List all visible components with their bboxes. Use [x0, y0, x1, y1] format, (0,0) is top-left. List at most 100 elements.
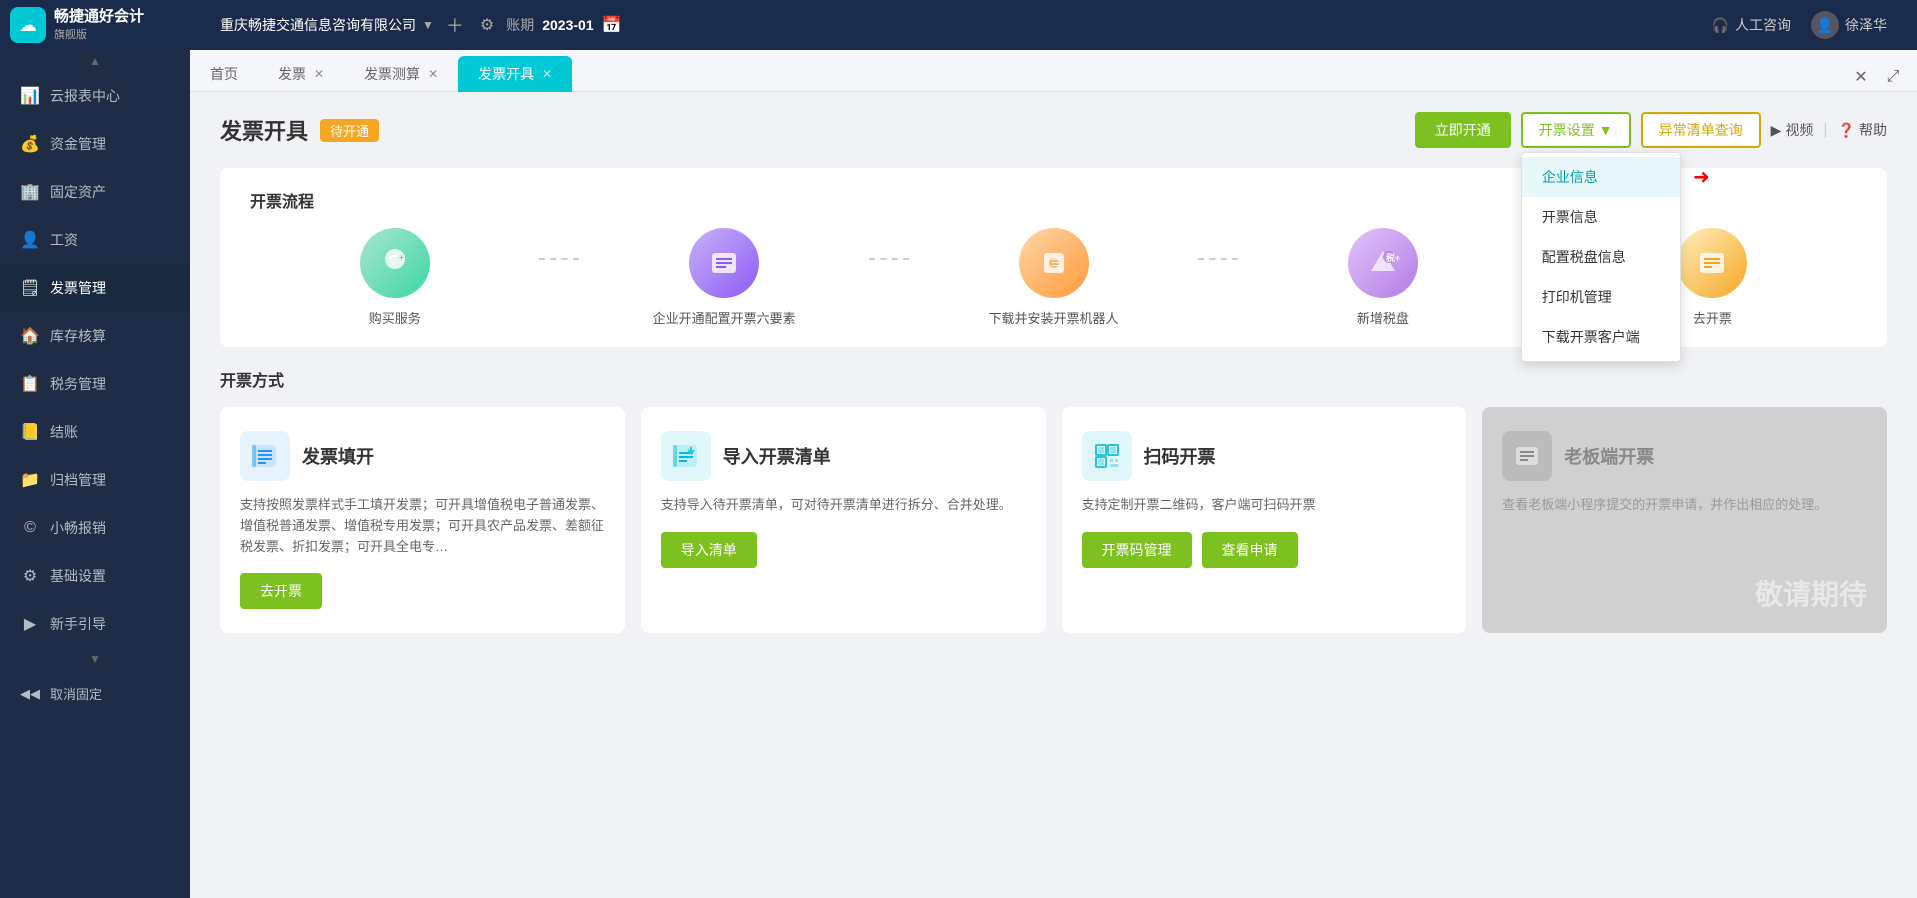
tax-disk-label: 新增税盘: [1357, 308, 1409, 327]
sidebar-cancel-pin[interactable]: ◀◀ 取消固定: [0, 670, 190, 717]
sidebar-item-label: 结账: [50, 422, 78, 442]
sidebar: ▲ 📊 云报表中心 💰 资金管理 🏢 固定资产 👤 工资 🗒 发票管理 🏠 库存…: [0, 50, 190, 898]
sidebar-item-label: 归档管理: [50, 470, 106, 490]
fixed-assets-icon: 🏢: [20, 182, 40, 202]
sidebar-item-fund-mgmt[interactable]: 💰 资金管理: [0, 120, 190, 168]
app-logo-icon: ☁: [10, 7, 46, 43]
xiaochang-icon: ©: [20, 519, 40, 537]
sidebar-item-archive[interactable]: 📁 归档管理: [0, 456, 190, 504]
page-header: 发票开具 待开通 立即开通 开票设置 ▼ 企业信息 ➜: [220, 112, 1887, 148]
app-subtitle: 旗舰版: [54, 26, 144, 42]
page-title-area: 发票开具 待开通: [220, 114, 379, 146]
view-apply-btn[interactable]: 查看申请: [1202, 532, 1298, 568]
flow-step-download: ☰ 下载并安装开票机器人: [909, 228, 1198, 327]
go-invoice-action-btn[interactable]: 去开票: [240, 573, 322, 609]
sidebar-item-label: 税务管理: [50, 374, 106, 394]
sidebar-item-new-guide[interactable]: ▶ 新手引导: [0, 600, 190, 648]
svg-text:☰: ☰: [1051, 258, 1060, 269]
qrcode-mgmt-btn[interactable]: 开票码管理: [1082, 532, 1192, 568]
help-button[interactable]: 🎧 人工咨询: [1712, 15, 1791, 35]
divider: |: [1823, 121, 1827, 139]
download-label: 下载并安装开票机器人: [989, 308, 1119, 327]
app-header: ☁ 畅捷通好会计 旗舰版 重庆畅捷交通信息咨询有限公司 ▼ ＋ ⚙ 账期 202…: [0, 0, 1917, 50]
dropdown-item-printer-mgmt[interactable]: 打印机管理: [1522, 277, 1680, 317]
sidebar-item-fixed-assets[interactable]: 🏢 固定资产: [0, 168, 190, 216]
boss-invoice-header: 老板端开票: [1502, 431, 1867, 481]
logo-area: ☁ 畅捷通好会计 旗舰版: [10, 7, 200, 43]
sidebar-item-cloud-report[interactable]: 📊 云报表中心: [0, 72, 190, 120]
sidebar-item-label: 固定资产: [50, 182, 106, 202]
activate-button[interactable]: 立即开通: [1415, 112, 1511, 148]
tax-disk-icon: 税+: [1348, 228, 1418, 298]
method-card-boss-invoice: 老板端开票 查看老板端小程序提交的开票申请，并作出相应的处理。 敬请期待: [1482, 407, 1887, 633]
period-value: 2023-01: [542, 17, 593, 33]
sidebar-item-inventory[interactable]: 🏠 库存核算: [0, 312, 190, 360]
accounting-icon: 📒: [20, 422, 40, 442]
sidebar-item-invoice-mgmt[interactable]: 🗒 发票管理: [0, 264, 190, 312]
sidebar-item-accounting[interactable]: 📒 结账: [0, 408, 190, 456]
sidebar-item-label: 云报表中心: [50, 86, 120, 106]
sidebar-scroll-down[interactable]: ▼: [0, 648, 190, 670]
sidebar-item-xiaochang[interactable]: © 小畅报销: [0, 504, 190, 552]
svg-text:+: +: [399, 253, 404, 262]
tab-invoice-calc-close[interactable]: ✕: [428, 67, 438, 81]
import-list-actions: 导入清单: [661, 532, 1026, 568]
settings-button[interactable]: 开票设置 ▼: [1521, 112, 1631, 148]
tab-invoice[interactable]: 发票 ✕: [258, 56, 344, 92]
sidebar-item-label: 库存核算: [50, 326, 106, 346]
dropdown-item-download-client[interactable]: 下载开票客户端: [1522, 317, 1680, 357]
settings-dropdown-wrapper: 开票设置 ▼ 企业信息 ➜ 开票信息 配置税盘信息: [1521, 112, 1631, 148]
dropdown-item-company-info[interactable]: 企业信息 ➜: [1522, 157, 1680, 197]
dropdown-item-invoice-info[interactable]: 开票信息: [1522, 197, 1680, 237]
sidebar-item-basic-settings[interactable]: ⚙ 基础设置: [0, 552, 190, 600]
tab-close-btn[interactable]: ✕: [1847, 63, 1875, 91]
settings-chevron-icon: ▼: [1599, 122, 1613, 138]
calendar-icon[interactable]: 📅: [602, 15, 622, 35]
invoice-mgmt-icon: 🗒: [20, 278, 40, 298]
flow-connector-3: [1198, 258, 1238, 260]
sidebar-item-label: 资金管理: [50, 134, 106, 154]
company-dropdown-arrow: ▼: [422, 18, 434, 32]
header-main: 重庆畅捷交通信息咨询有限公司 ▼ ＋ ⚙ 账期 2023-01 📅: [200, 12, 1712, 38]
tab-invoice-open[interactable]: 发票开具 ✕: [458, 56, 572, 92]
flow-step-config: 企业开通配置开票六要素: [579, 228, 868, 327]
query-button[interactable]: 异常清单查询: [1641, 112, 1761, 148]
import-list-btn[interactable]: 导入清单: [661, 532, 757, 568]
download-icon: ☰: [1019, 228, 1089, 298]
tab-invoice-open-close[interactable]: ✕: [542, 67, 552, 81]
add-icon[interactable]: ＋: [446, 12, 464, 38]
disabled-overlay-text: 敬请期待: [1755, 573, 1867, 613]
dropdown-item-tax-disk-info[interactable]: 配置税盘信息: [1522, 237, 1680, 277]
sidebar-scroll-up[interactable]: ▲: [0, 50, 190, 72]
sidebar-item-salary[interactable]: 👤 工资: [0, 216, 190, 264]
help-link[interactable]: ❓ 帮助: [1838, 120, 1887, 140]
tab-maximize-btn[interactable]: ⤢: [1879, 63, 1907, 91]
scan-invoice-header: 扫码开票: [1082, 431, 1447, 481]
unpin-label: 取消固定: [50, 684, 102, 703]
main-content: 首页 发票 ✕ 发票测算 ✕ 发票开具 ✕ ✕ ⤢ 发票开具 待开通 立即开通: [190, 50, 1917, 898]
sidebar-item-tax-mgmt[interactable]: 📋 税务管理: [0, 360, 190, 408]
basic-settings-icon: ⚙: [20, 566, 40, 586]
config-label: 企业开通配置开票六要素: [653, 308, 796, 327]
headset-icon: 🎧: [1712, 17, 1729, 34]
unpin-icon: ◀◀: [20, 686, 40, 702]
cloud-report-icon: 📊: [20, 86, 40, 106]
settings-dropdown-menu: 企业信息 ➜ 开票信息 配置税盘信息 打印机管理 下: [1521, 152, 1681, 362]
company-selector[interactable]: 重庆畅捷交通信息咨询有限公司 ▼: [220, 15, 434, 35]
methods-section: 开票方式: [220, 367, 1887, 633]
avatar: 👤: [1811, 11, 1839, 39]
user-area[interactable]: 👤 徐泽华: [1811, 11, 1887, 39]
methods-section-title: 开票方式: [220, 367, 1887, 391]
tab-invoice-calc[interactable]: 发票测算 ✕: [344, 56, 458, 92]
method-card-scan-invoice: 扫码开票 支持定制开票二维码，客户端可扫码开票 开票码管理 查看申请: [1062, 407, 1467, 633]
tax-icon: 📋: [20, 374, 40, 394]
tab-bar-right: ✕ ⤢: [1847, 63, 1917, 91]
fund-icon: 💰: [20, 134, 40, 154]
tab-home[interactable]: 首页: [190, 56, 258, 92]
new-guide-icon: ▶: [20, 614, 40, 634]
buy-service-icon: +: [360, 228, 430, 298]
tab-invoice-close[interactable]: ✕: [314, 67, 324, 81]
settings-icon[interactable]: ⚙: [480, 15, 494, 35]
video-button[interactable]: ▶ 视频: [1771, 120, 1814, 140]
flow-step-buy-service: + 购买服务: [250, 228, 539, 327]
